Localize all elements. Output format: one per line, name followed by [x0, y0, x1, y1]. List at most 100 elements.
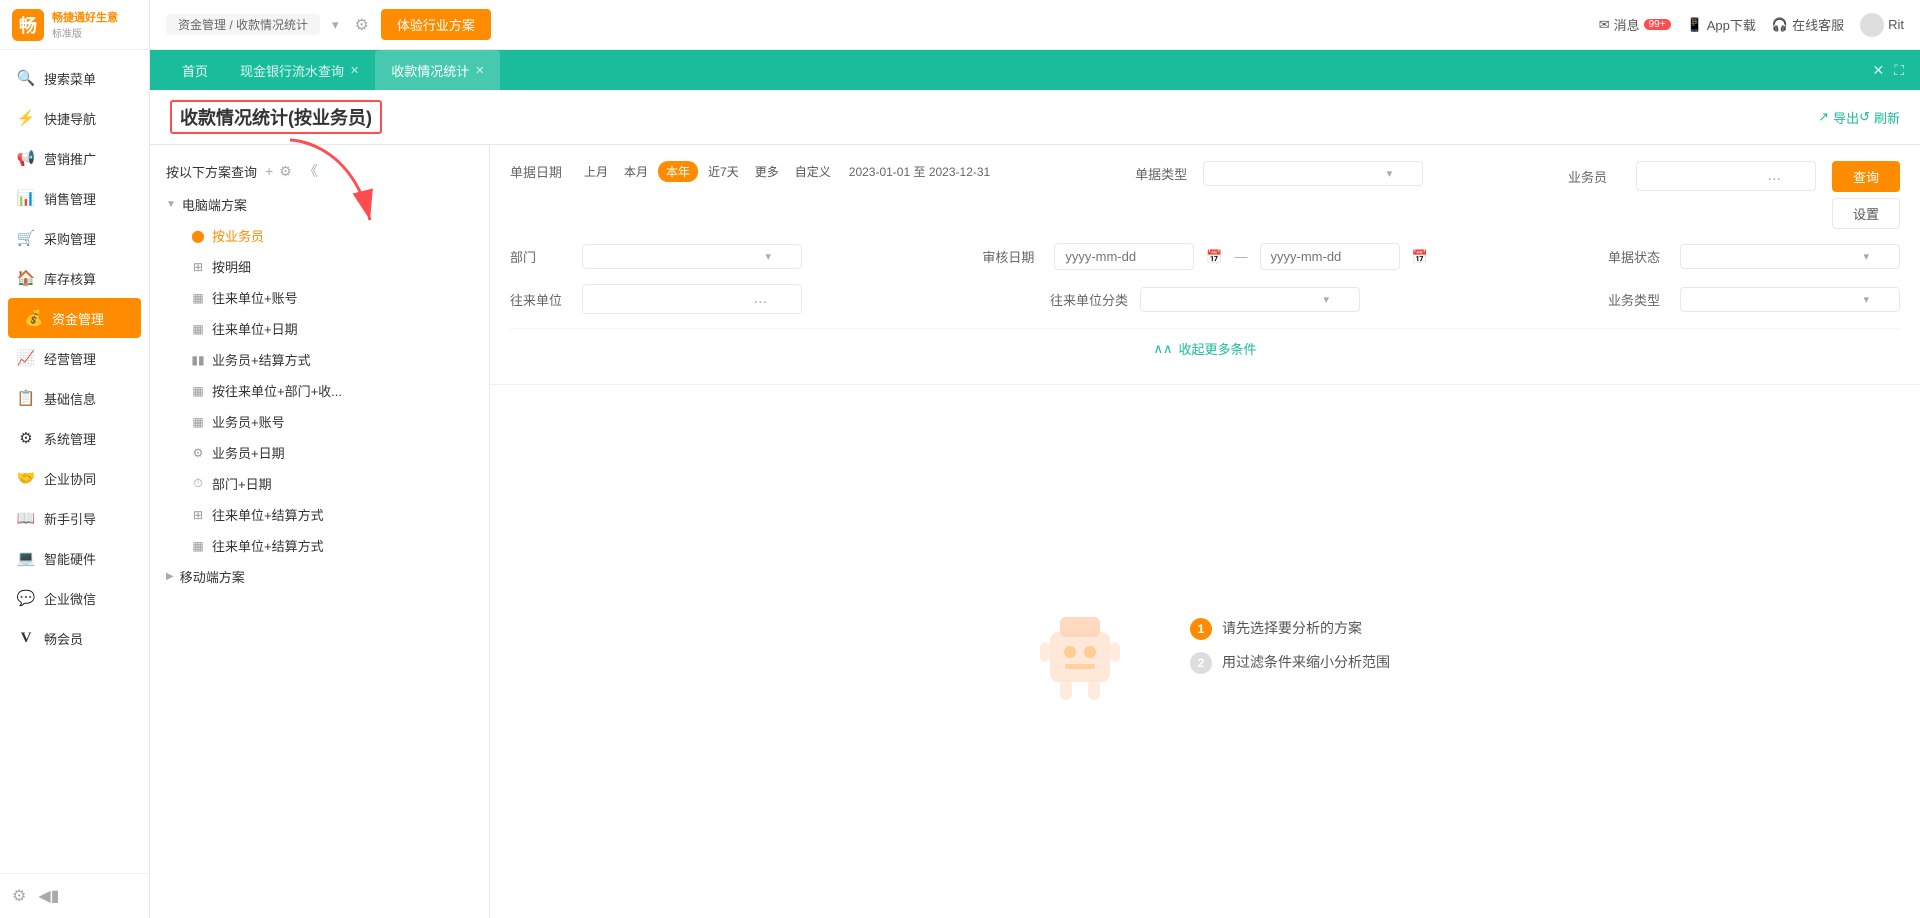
scheme-table3-icon: ▦	[190, 383, 206, 399]
salesperson-label: 业务员	[1568, 167, 1628, 186]
topbar: 资金管理 / 收款情况统计 ▾ ⚙ 体验行业方案 ✉ 消息 99+ 📱 App下…	[150, 0, 1920, 50]
scheme-gear-icon: ⚙	[190, 445, 206, 461]
window-controls: ✕ ⛶	[1872, 62, 1904, 79]
doc-type-select[interactable]: ▾	[1203, 161, 1423, 186]
sidebar-item-hardware[interactable]: 💻 智能硬件	[0, 538, 149, 578]
scheme-by-detail[interactable]: ⊞ 按明细	[158, 251, 481, 282]
custom-date-btn[interactable]: 自定义	[789, 161, 837, 182]
scheme-partner-date[interactable]: ▦ 往来单位+日期	[158, 313, 481, 344]
sidebar-item-purchase-label: 采购管理	[44, 229, 96, 248]
salesperson-select[interactable]: ...	[1636, 161, 1816, 191]
scheme-salesperson-date[interactable]: ⚙ 业务员+日期	[158, 437, 481, 468]
sidebar-item-wechat[interactable]: 💬 企业微信	[0, 578, 149, 618]
export-button[interactable]: ↗ 导出	[1818, 108, 1859, 127]
partner-category-select[interactable]: ▾	[1140, 287, 1360, 312]
scheme-partner-payment2[interactable]: ▦ 往来单位+结算方式	[158, 530, 481, 561]
scheme-partner-date-label: 往来单位+日期	[212, 319, 298, 338]
scheme-grid-icon: ⊞	[190, 259, 206, 275]
filter-row-3: 往来单位 ... 往来单位分类 ▾ 业务类型 ▾	[510, 284, 1900, 314]
scheme-partner-dept[interactable]: ▦ 按往来单位+部门+收...	[158, 375, 481, 406]
tab-bank-flow-close[interactable]: ✕	[350, 64, 359, 77]
audit-date-to[interactable]	[1260, 243, 1400, 270]
sidebar-item-basic[interactable]: 📋 基础信息	[0, 378, 149, 418]
audit-date-from[interactable]	[1054, 243, 1194, 270]
scheme-salesperson-date-label: 业务员+日期	[212, 443, 285, 462]
scheme-dept-date[interactable]: ⏱ 部门+日期	[158, 468, 481, 499]
scheme-table-icon: ▦	[190, 290, 206, 306]
sidebar-item-quicknav-label: 快捷导航	[44, 109, 96, 128]
last-month-btn[interactable]: 上月	[578, 161, 614, 182]
user-name-display[interactable]: Rit	[1860, 13, 1904, 37]
sidebar-item-system[interactable]: ⚙ 系统管理	[0, 418, 149, 458]
collapse-sidebar-icon[interactable]: ◀▮	[38, 886, 59, 906]
vip-icon: V	[16, 628, 36, 648]
sidebar-item-purchase[interactable]: 🛒 采购管理	[0, 218, 149, 258]
tab-collection-stats[interactable]: 收款情况统计 ✕	[375, 50, 500, 90]
fullscreen-icon[interactable]: ⛶	[1894, 62, 1904, 79]
scheme-by-salesperson-label: 按业务员	[212, 226, 264, 245]
app-download-action[interactable]: 📱 App下载	[1687, 15, 1756, 34]
scheme-salesperson-account[interactable]: ▦ 业务员+账号	[158, 406, 481, 437]
headset-icon: 🎧	[1772, 17, 1788, 33]
empty-state: 1 请先选择要分析的方案 2 用过滤条件来缩小分析范围	[490, 385, 1920, 918]
sidebar-item-finance[interactable]: 💰 资金管理	[8, 298, 141, 338]
scheme-by-salesperson[interactable]: ⬤ 按业务员	[158, 220, 481, 251]
scheme-partner-payment1[interactable]: ⊞ 往来单位+结算方式	[158, 499, 481, 530]
scheme-salesperson-payment[interactable]: ▮▮ 业务员+结算方式	[158, 344, 481, 375]
tab-bank-flow[interactable]: 现金银行流水查询 ✕	[224, 50, 375, 90]
sidebar-item-inventory[interactable]: 🏠 库存核算	[0, 258, 149, 298]
this-year-btn[interactable]: 本年	[658, 161, 698, 182]
online-service-action[interactable]: 🎧 在线客服	[1772, 15, 1844, 34]
sidebar-item-guide[interactable]: 📖 新手引导	[0, 498, 149, 538]
sidebar-item-quicknav[interactable]: ⚡ 快捷导航	[0, 98, 149, 138]
dept-select[interactable]: ▾	[582, 244, 802, 269]
tab-bar: 首页 现金银行流水查询 ✕ 收款情况统计 ✕ ✕ ⛶	[150, 50, 1920, 90]
gear-scheme-icon[interactable]: ⚙	[279, 163, 292, 180]
tab-home[interactable]: 首页	[166, 50, 224, 90]
date-range-display: 2023-01-01 至 2023-12-31	[849, 163, 990, 180]
add-scheme-icon[interactable]: +	[265, 163, 273, 180]
sidebar-item-collab[interactable]: 🤝 企业协同	[0, 458, 149, 498]
scheme-partner-account-label: 往来单位+账号	[212, 288, 298, 307]
date-from: 2023-01-01	[849, 165, 910, 179]
tab-collection-stats-close[interactable]: ✕	[475, 64, 484, 77]
salesperson-more-icon[interactable]: ...	[1768, 167, 1781, 185]
desktop-schemes-parent[interactable]: ▼ 电脑端方案	[158, 189, 481, 220]
scheme-table2-icon: ▦	[190, 321, 206, 337]
more-date-btn[interactable]: 更多	[749, 161, 785, 182]
biz-type-select[interactable]: ▾	[1680, 287, 1900, 312]
settings-bottom-icon[interactable]: ⚙	[12, 886, 26, 906]
sidebar-item-finance-label: 资金管理	[52, 309, 104, 328]
topbar-gear-icon[interactable]: ⚙	[355, 15, 369, 35]
mobile-schemes-parent[interactable]: ▶ 移动端方案	[158, 561, 481, 592]
settings-icon: ⚙	[16, 428, 36, 448]
message-action[interactable]: ✉ 消息 99+	[1599, 15, 1671, 34]
collapse-filter-button[interactable]: ∧∧ 收起更多条件	[510, 328, 1900, 368]
doc-status-label: 单据状态	[1608, 247, 1668, 266]
scheme-partner-account[interactable]: ▦ 往来单位+账号	[158, 282, 481, 313]
sidebar-item-marketing[interactable]: 📢 营销推广	[0, 138, 149, 178]
doc-status-select[interactable]: ▾	[1680, 244, 1900, 269]
settings-button[interactable]: 设置	[1832, 198, 1900, 229]
this-month-btn[interactable]: 本月	[618, 161, 654, 182]
close-tab-icon[interactable]: ✕	[1872, 62, 1884, 79]
sidebar-item-sales[interactable]: 📊 销售管理	[0, 178, 149, 218]
warehouse-icon: 🏠	[16, 268, 36, 288]
partner-select[interactable]: ...	[582, 284, 802, 314]
collapse-panel-icon[interactable]: 《	[304, 161, 318, 181]
scheme-grid2-icon: ⊞	[190, 507, 206, 523]
calendar-to-icon[interactable]: 📅	[1412, 249, 1428, 265]
sidebar-item-search[interactable]: 🔍 搜索菜单	[0, 58, 149, 98]
refresh-button[interactable]: ↺ 刷新	[1859, 108, 1900, 127]
desktop-schemes-label: 电脑端方案	[182, 195, 247, 214]
sidebar-item-member[interactable]: V 畅会员	[0, 618, 149, 658]
last-7-days-btn[interactable]: 近7天	[702, 161, 745, 182]
collapse-filter-label: 收起更多条件	[1179, 339, 1257, 358]
partner-more-icon[interactable]: ...	[754, 290, 767, 308]
query-button[interactable]: 查询	[1832, 161, 1900, 192]
calendar-from-icon[interactable]: 📅	[1206, 249, 1222, 265]
scheme-salesperson-payment-label: 业务员+结算方式	[212, 350, 311, 369]
trial-button[interactable]: 体验行业方案	[381, 9, 491, 40]
handshake-icon: 🤝	[16, 468, 36, 488]
sidebar-item-operations[interactable]: 📈 经营管理	[0, 338, 149, 378]
